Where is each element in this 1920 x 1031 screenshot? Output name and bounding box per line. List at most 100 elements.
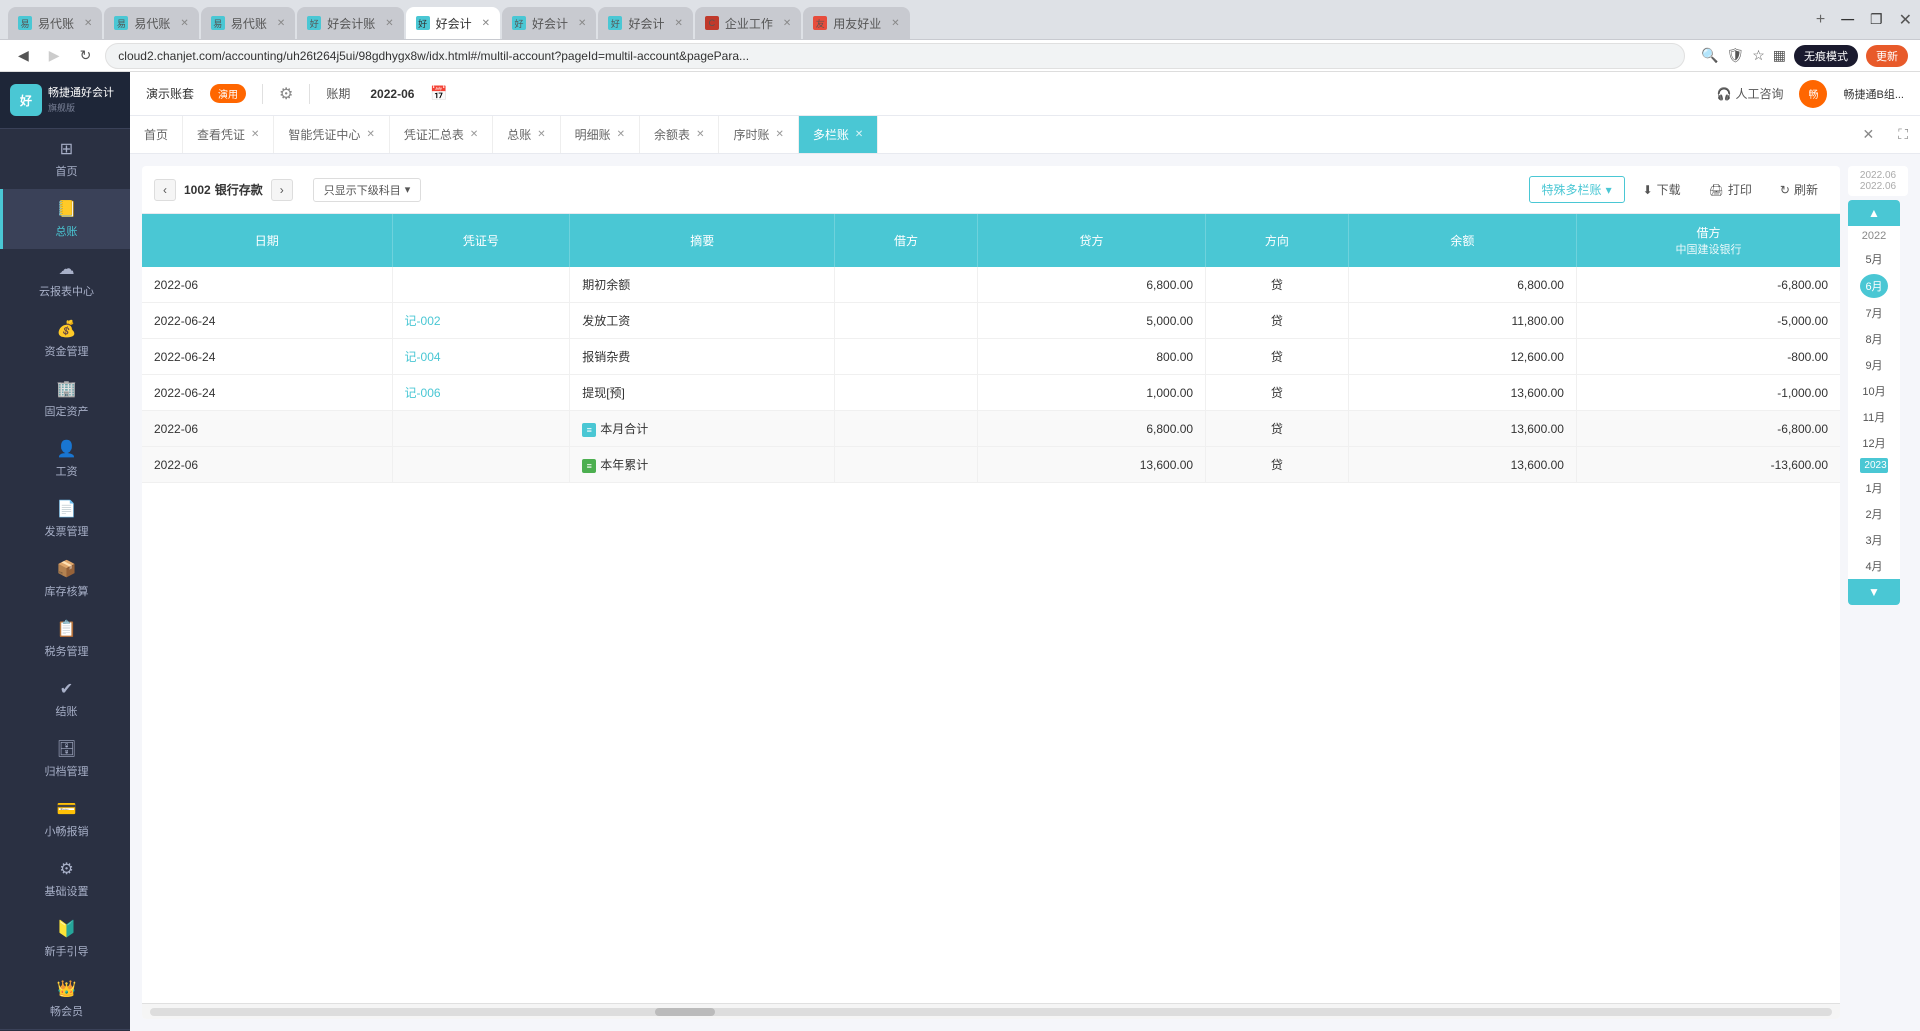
forward-button[interactable]: ▶ [43,45,66,66]
sidebar-item-member[interactable]: 👑 畅会员 [0,969,130,1029]
page-tab-6[interactable]: 余额表✕ [640,116,719,153]
update-button[interactable]: 更新 [1866,45,1908,67]
page-tab-8[interactable]: 多栏账✕ [799,116,878,153]
page-tab-7[interactable]: 序时账✕ [719,116,798,153]
month-item-2022-1[interactable]: 6月 [1860,274,1888,298]
new-tab-button[interactable]: + [1808,11,1833,29]
demo-badge[interactable]: 演用 [210,84,246,103]
sidebar-item-home[interactable]: ⊞ 首页 [0,129,130,189]
browser-tab-t1[interactable]: 易 易代账 ✕ [8,7,102,39]
browser-tab-t3[interactable]: 易 易代账 ✕ [201,7,295,39]
sidebar-item-fund[interactable]: 💰 资金管理 [0,309,130,369]
month-item-2022-7[interactable]: 12月 [1859,430,1889,456]
sidebar-item-settle[interactable]: ✔ 结账 [0,669,130,729]
voucher-link-1[interactable]: 记-002 [405,314,441,328]
print-btn[interactable]: 🖨 打印 [1699,177,1762,202]
td-voucher-3[interactable]: 记-006 [392,375,570,411]
page-tab-close-4[interactable]: ✕ [537,129,545,140]
browser-tab-t5[interactable]: 好 好会计 ✕ [406,7,500,39]
sidebar-item-inventory[interactable]: 📦 库存核算 [0,549,130,609]
month-item-2022-2[interactable]: 7月 [1859,300,1889,326]
sidebar-item-archive[interactable]: 🗄 归档管理 [0,729,130,789]
incognito-button[interactable]: 无痕模式 [1794,45,1858,67]
sidebar-item-salary[interactable]: 👤 工资 [0,429,130,489]
refresh-ledger-btn[interactable]: ↻ 刷新 [1770,177,1828,202]
page-tab-0[interactable]: 首页 [130,116,183,153]
minimize-icon[interactable]: ─ [1841,9,1854,30]
calendar-icon[interactable]: 📅 [430,85,447,102]
month-scroll-up-btn[interactable]: ▲ [1848,200,1900,226]
refresh-button[interactable]: ↻ [74,45,98,66]
address-input[interactable] [105,43,1685,69]
multi-col-btn[interactable]: 特殊多栏账 ▾ [1529,176,1625,203]
page-tab-4[interactable]: 总账✕ [493,116,560,153]
tab-close-t8[interactable]: ✕ [783,18,791,29]
prev-account-btn[interactable]: ‹ [154,179,176,201]
sidebar-item-guide[interactable]: 🔰 新手引导 [0,909,130,969]
page-tab-1[interactable]: 查看凭证✕ [183,116,274,153]
tab-close-t6[interactable]: ✕ [578,18,586,29]
search-icon[interactable]: 🔍 [1701,47,1718,64]
page-tab-close-5[interactable]: ✕ [617,129,625,140]
month-item-2022-3[interactable]: 8月 [1859,326,1889,352]
tab-close-t4[interactable]: ✕ [385,18,393,29]
sidebar-item-invoice[interactable]: 📄 发票管理 [0,489,130,549]
next-account-btn[interactable]: › [271,179,293,201]
sidebar-item-expense[interactable]: 💳 小畅报销 [0,789,130,849]
page-tab-close-8[interactable]: ✕ [855,129,863,140]
expand-panel-btn[interactable]: ⛶ [1886,118,1920,151]
h-scrollbar-track[interactable] [150,1008,1832,1016]
settings-icon[interactable]: ⚙ [279,84,293,104]
month-item-2022-5[interactable]: 10月 [1859,378,1889,404]
tab-close-t1[interactable]: ✕ [84,18,92,29]
month-item-2023-0[interactable]: 1月 [1859,475,1889,501]
close-panel-btn[interactable]: ✕ [1850,118,1886,151]
star-icon[interactable]: ☆ [1752,47,1765,64]
sidebar-item-cloud_report[interactable]: ☁ 云报表中心 [0,249,130,309]
month-item-2022-0[interactable]: 5月 [1859,246,1889,272]
page-tab-close-1[interactable]: ✕ [251,129,259,140]
download-btn[interactable]: ⬇ 下载 [1633,177,1691,202]
sidebar-item-tax[interactable]: 📋 税务管理 [0,609,130,669]
tab-close-t3[interactable]: ✕ [277,18,285,29]
page-tab-5[interactable]: 明细账✕ [561,116,640,153]
close-icon[interactable]: ✕ [1899,10,1912,30]
h-scrollbar-thumb[interactable] [655,1008,715,1016]
month-item-2022-4[interactable]: 9月 [1859,352,1889,378]
user-avatar[interactable]: 畅 [1799,80,1827,108]
month-item-2022-6[interactable]: 11月 [1859,404,1889,430]
browser-tab-t7[interactable]: 好 好会计 ✕ [598,7,692,39]
voucher-link-3[interactable]: 记-006 [405,386,441,400]
browser-tab-t4[interactable]: 好 好会计账 ✕ [297,7,403,39]
page-tab-close-2[interactable]: ✕ [366,129,374,140]
user-service-btn[interactable]: 🎧 人工咨询 [1717,85,1784,102]
page-tab-3[interactable]: 凭证汇总表✕ [390,116,493,153]
horizontal-scrollbar[interactable] [142,1003,1840,1019]
sidebar-item-asset[interactable]: 🏢 固定资产 [0,369,130,429]
td-voucher-1[interactable]: 记-002 [392,303,570,339]
sub-account-filter[interactable]: 只显示下级科目 ▾ [313,178,422,202]
browser-tab-t8[interactable]: C 企业工作 ✕ [695,7,801,39]
tab-close-t9[interactable]: ✕ [891,18,899,29]
page-tab-close-6[interactable]: ✕ [696,129,704,140]
month-item-2023-2[interactable]: 3月 [1859,527,1889,553]
shield-icon[interactable]: 🛡 [1726,47,1744,64]
tab-close-t5[interactable]: ✕ [482,18,490,29]
browser-tab-t2[interactable]: 易 易代账 ✕ [104,7,198,39]
page-tab-2[interactable]: 智能凭证中心✕ [274,116,389,153]
page-tab-close-7[interactable]: ✕ [775,129,783,140]
sidebar-item-settings[interactable]: ⚙ 基础设置 [0,849,130,909]
tab-close-t7[interactable]: ✕ [674,18,682,29]
sidebar-item-ledger[interactable]: 📒 总账 [0,189,130,249]
page-tab-close-3[interactable]: ✕ [470,129,478,140]
month-scroll-down-btn[interactable]: ▼ [1848,579,1900,605]
sidebar-toggle-icon[interactable]: ▦ [1773,47,1786,64]
month-item-2023-1[interactable]: 2月 [1859,501,1889,527]
voucher-link-2[interactable]: 记-004 [405,350,441,364]
month-item-2023-3[interactable]: 4月 [1859,553,1889,579]
td-voucher-2[interactable]: 记-004 [392,339,570,375]
maximize-icon[interactable]: ❐ [1870,11,1883,28]
browser-tab-t6[interactable]: 好 好会计 ✕ [502,7,596,39]
browser-tab-t9[interactable]: 友 用友好业 ✕ [803,7,909,39]
tab-close-t2[interactable]: ✕ [180,18,188,29]
